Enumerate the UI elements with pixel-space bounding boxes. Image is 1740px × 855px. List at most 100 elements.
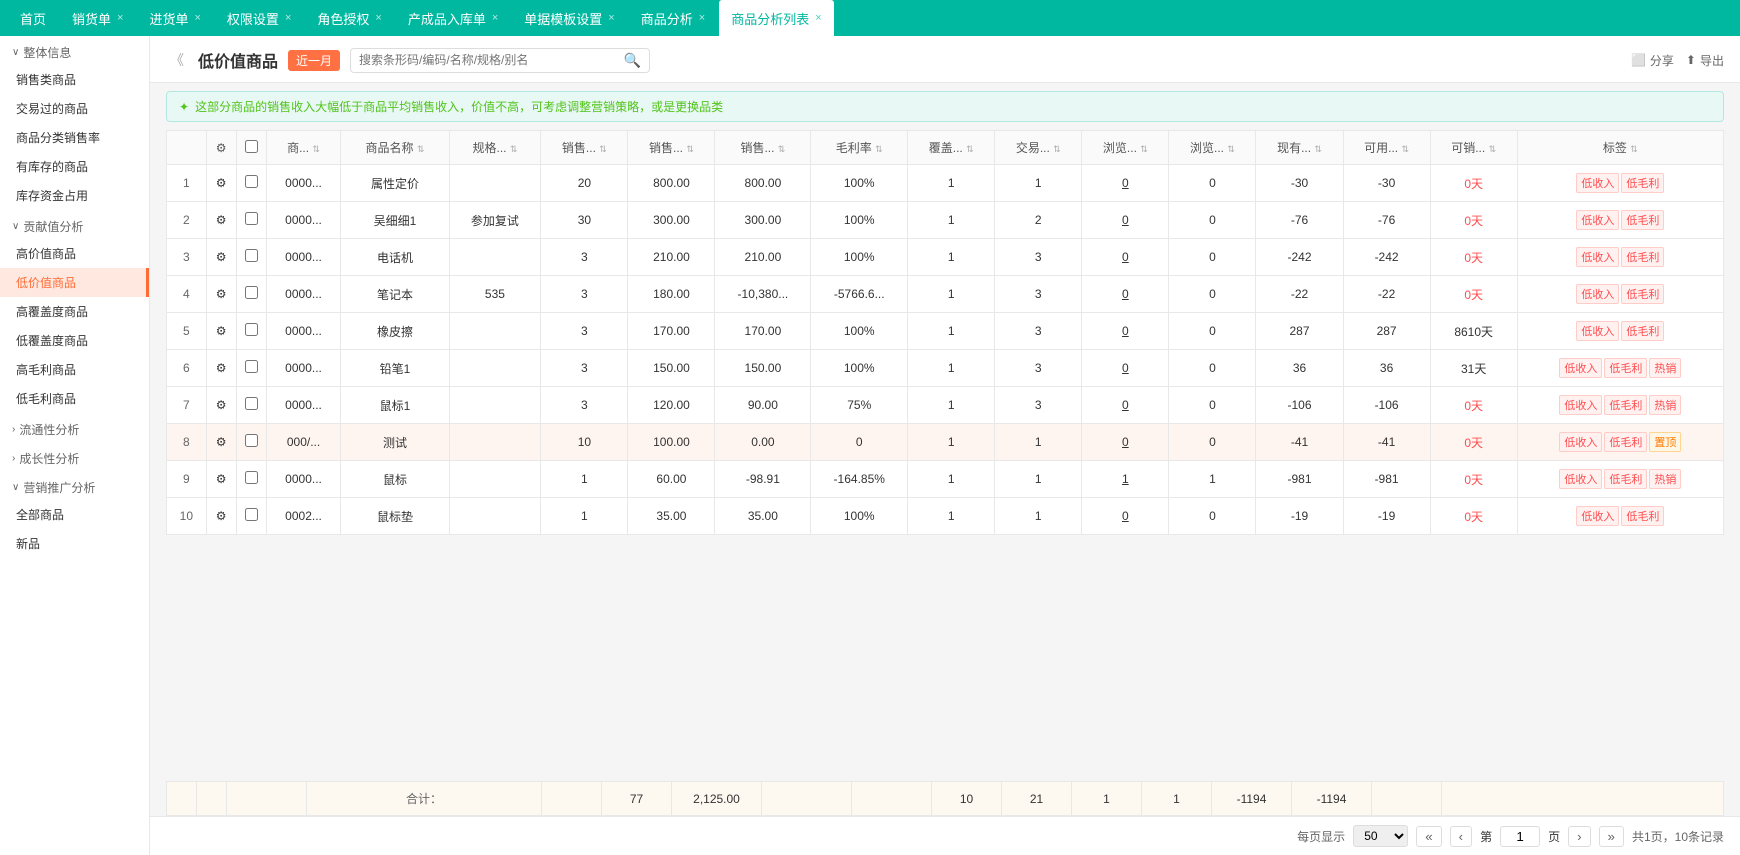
per-page-select[interactable]: 50 100 200 <box>1353 825 1408 847</box>
view1-value[interactable]: 0 <box>1122 435 1129 449</box>
close-icon[interactable]: × <box>608 12 614 24</box>
sidebar-group-contribution[interactable]: ∨ 贡献值分析 <box>0 210 149 239</box>
close-icon[interactable]: × <box>285 12 291 24</box>
sidebar-item-low-coverage[interactable]: 低覆盖度商品 <box>0 326 149 355</box>
checkbox-cell[interactable] <box>236 387 266 424</box>
view1-cell[interactable]: 0 <box>1082 239 1169 276</box>
view1-value[interactable]: 0 <box>1122 250 1129 264</box>
view1-value[interactable]: 0 <box>1122 287 1129 301</box>
sidebar-item-sales-products[interactable]: 销售类商品 <box>0 65 149 94</box>
close-icon[interactable]: × <box>699 12 705 24</box>
nav-sales[interactable]: 销货单 × <box>60 0 135 36</box>
settings-cell[interactable]: ⚙ <box>206 313 236 350</box>
settings-cell[interactable]: ⚙ <box>206 165 236 202</box>
row-checkbox[interactable] <box>245 212 258 225</box>
sidebar-group-marketing[interactable]: ∨ 营销推广分析 <box>0 471 149 500</box>
checkbox-cell[interactable] <box>236 350 266 387</box>
sidebar-item-stock-products[interactable]: 有库存的商品 <box>0 152 149 181</box>
view1-cell[interactable]: 0 <box>1082 165 1169 202</box>
view1-value[interactable]: 0 <box>1122 398 1129 412</box>
checkbox-cell[interactable] <box>236 498 266 535</box>
row-checkbox[interactable] <box>245 175 258 188</box>
row-checkbox[interactable] <box>245 249 258 262</box>
nav-templates[interactable]: 单据模板设置 × <box>512 0 626 36</box>
view1-cell[interactable]: 1 <box>1082 461 1169 498</box>
settings-cell[interactable]: ⚙ <box>206 350 236 387</box>
settings-column-header[interactable]: ⚙ <box>206 131 236 165</box>
view1-cell[interactable]: 0 <box>1082 276 1169 313</box>
view1-cell[interactable]: 0 <box>1082 424 1169 461</box>
view1-cell[interactable]: 0 <box>1082 350 1169 387</box>
row-checkbox[interactable] <box>245 471 258 484</box>
row-checkbox[interactable] <box>245 434 258 447</box>
period-tag-button[interactable]: 近一月 <box>288 50 340 71</box>
last-page-button[interactable]: » <box>1599 826 1624 847</box>
settings-cell[interactable]: ⚙ <box>206 424 236 461</box>
sidebar-item-low-value[interactable]: 低价值商品 <box>0 268 149 297</box>
checkbox-cell[interactable] <box>236 424 266 461</box>
sidebar-item-new-products[interactable]: 新品 <box>0 529 149 558</box>
checkbox-cell[interactable] <box>236 461 266 498</box>
collapse-sidebar-button[interactable]: 《 <box>166 46 188 74</box>
sidebar-item-high-coverage[interactable]: 高覆盖度商品 <box>0 297 149 326</box>
settings-cell[interactable]: ⚙ <box>206 239 236 276</box>
checkbox-cell[interactable] <box>236 276 266 313</box>
view1-value[interactable]: 0 <box>1122 176 1129 190</box>
view1-value[interactable]: 0 <box>1122 509 1129 523</box>
next-page-button[interactable]: › <box>1568 826 1590 847</box>
sidebar-item-traded-products[interactable]: 交易过的商品 <box>0 94 149 123</box>
checkbox-cell[interactable] <box>236 202 266 239</box>
view1-cell[interactable]: 0 <box>1082 202 1169 239</box>
settings-cell[interactable]: ⚙ <box>206 498 236 535</box>
sidebar-item-high-value[interactable]: 高价值商品 <box>0 239 149 268</box>
sidebar-item-stock-capital[interactable]: 库存资金占用 <box>0 181 149 210</box>
settings-cell[interactable]: ⚙ <box>206 461 236 498</box>
close-icon[interactable]: × <box>117 12 123 24</box>
settings-cell[interactable]: ⚙ <box>206 276 236 313</box>
sidebar-item-all-products[interactable]: 全部商品 <box>0 500 149 529</box>
checkbox-cell[interactable] <box>236 165 266 202</box>
nav-roles[interactable]: 角色授权 × <box>305 0 393 36</box>
nav-permissions[interactable]: 权限设置 × <box>215 0 303 36</box>
view1-value[interactable]: 1 <box>1122 472 1129 486</box>
nav-products-in[interactable]: 产成品入库单 × <box>396 0 510 36</box>
close-icon[interactable]: × <box>194 12 200 24</box>
nav-home[interactable]: 首页 <box>8 0 58 36</box>
sidebar-group-overall[interactable]: ∨ 整体信息 <box>0 36 149 65</box>
first-page-button[interactable]: « <box>1416 826 1441 847</box>
sidebar-group-growth[interactable]: › 成长性分析 <box>0 442 149 471</box>
row-checkbox[interactable] <box>245 360 258 373</box>
search-icon[interactable]: 🔍 <box>624 52 641 69</box>
share-button[interactable]: ⬜ 分享 <box>1631 52 1674 69</box>
select-all-checkbox[interactable] <box>245 140 258 153</box>
page-number-input[interactable] <box>1500 826 1540 847</box>
row-checkbox[interactable] <box>245 508 258 521</box>
row-checkbox[interactable] <box>245 286 258 299</box>
prev-page-button[interactable]: ‹ <box>1450 826 1472 847</box>
sidebar-item-high-margin[interactable]: 高毛利商品 <box>0 355 149 384</box>
checkbox-cell[interactable] <box>236 313 266 350</box>
settings-cell[interactable]: ⚙ <box>206 202 236 239</box>
close-icon[interactable]: × <box>375 12 381 24</box>
nav-product-analysis[interactable]: 商品分析 × <box>629 0 717 36</box>
export-button[interactable]: ⬆ 导出 <box>1686 52 1724 69</box>
view1-value[interactable]: 0 <box>1122 361 1129 375</box>
checkbox-column-header[interactable] <box>236 131 266 165</box>
sidebar-item-category-sales-rate[interactable]: 商品分类销售率 <box>0 123 149 152</box>
settings-cell[interactable]: ⚙ <box>206 387 236 424</box>
row-checkbox[interactable] <box>245 323 258 336</box>
row-checkbox[interactable] <box>245 397 258 410</box>
search-input[interactable] <box>359 53 624 67</box>
sidebar-group-circulation[interactable]: › 流通性分析 <box>0 413 149 442</box>
view1-value[interactable]: 0 <box>1122 213 1129 227</box>
view1-cell[interactable]: 0 <box>1082 387 1169 424</box>
nav-product-analysis-list[interactable]: 商品分析列表 × <box>719 0 833 36</box>
sidebar-item-low-margin[interactable]: 低毛利商品 <box>0 384 149 413</box>
view1-cell[interactable]: 0 <box>1082 498 1169 535</box>
nav-purchase[interactable]: 进货单 × <box>137 0 212 36</box>
checkbox-cell[interactable] <box>236 239 266 276</box>
view1-cell[interactable]: 0 <box>1082 313 1169 350</box>
view1-value[interactable]: 0 <box>1122 324 1129 338</box>
close-icon[interactable]: × <box>815 12 821 24</box>
close-icon[interactable]: × <box>492 12 498 24</box>
